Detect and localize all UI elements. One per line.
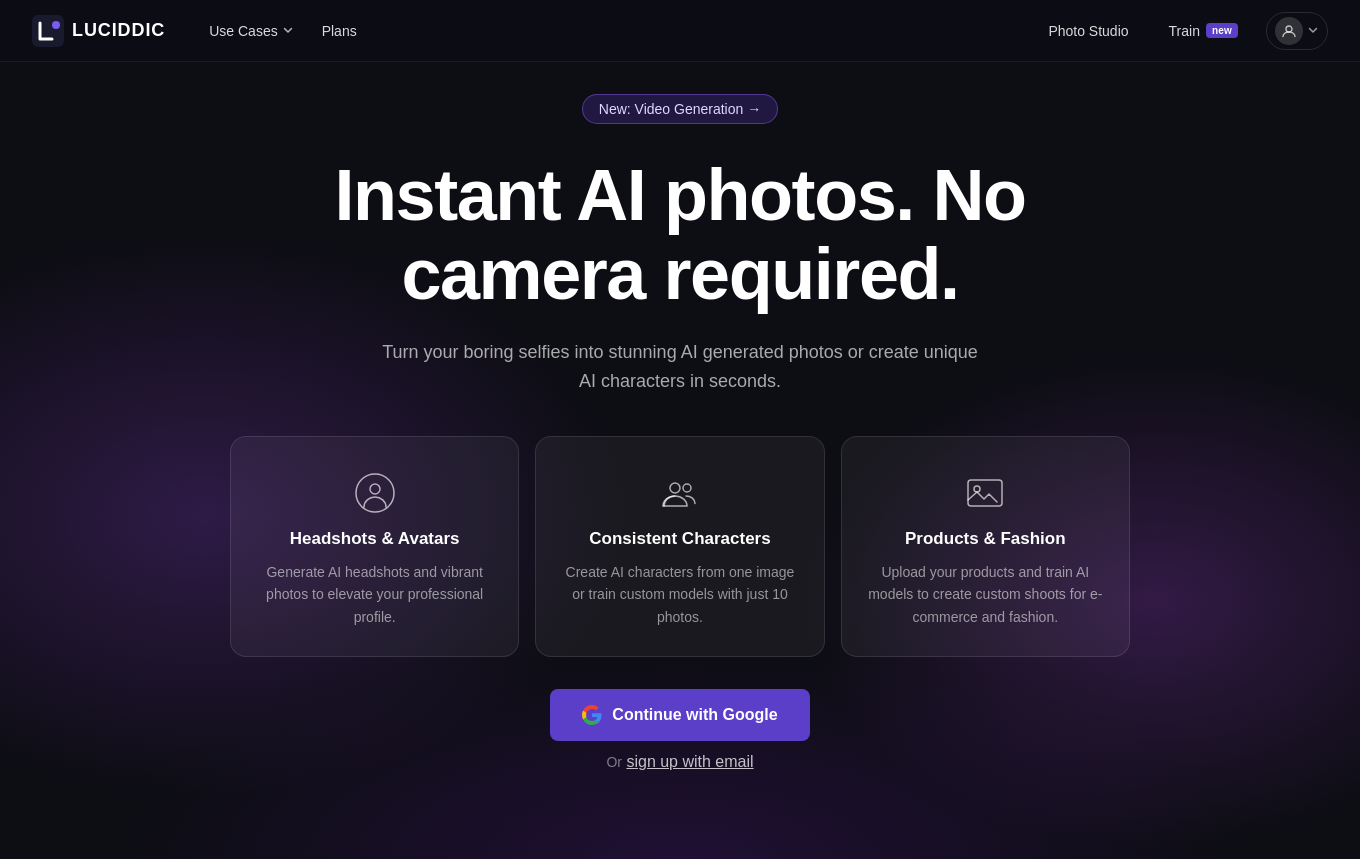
- nav-links: Use Cases Plans: [197, 17, 369, 45]
- svg-point-3: [356, 474, 394, 512]
- svg-point-2: [1286, 26, 1292, 32]
- cta-section: Continue with Google Or sign up with ema…: [550, 689, 809, 771]
- headshots-desc: Generate AI headshots and vibrant photos…: [255, 561, 494, 628]
- nav-train[interactable]: Train new: [1157, 17, 1250, 45]
- products-title: Products & Fashion: [905, 529, 1066, 549]
- nav-use-cases-label: Use Cases: [209, 23, 277, 39]
- logo-text: LUCIDDIC: [72, 20, 165, 41]
- nav-photo-studio-label: Photo Studio: [1048, 23, 1128, 39]
- svg-point-1: [52, 21, 60, 29]
- card-headshots: Headshots & Avatars Generate AI headshot…: [230, 436, 519, 657]
- characters-desc: Create AI characters from one image or t…: [560, 561, 799, 628]
- announcement-text: New: Video Generation →: [599, 101, 761, 117]
- nav-avatar-button[interactable]: [1266, 12, 1328, 50]
- or-text: Or: [606, 754, 622, 770]
- card-characters: Consistent Characters Create AI characte…: [535, 436, 824, 657]
- image-icon: [963, 471, 1007, 515]
- logo[interactable]: LUCIDDIC: [32, 15, 165, 47]
- logo-icon: [32, 15, 64, 47]
- or-section: Or sign up with email: [606, 753, 753, 771]
- navbar: LUCIDDIC Use Cases Plans Photo Studio Tr…: [0, 0, 1360, 62]
- svg-point-8: [974, 486, 980, 492]
- products-desc: Upload your products and train AI models…: [866, 561, 1105, 628]
- hero-subtitle: Turn your boring selfies into stunning A…: [380, 338, 980, 396]
- card-products: Products & Fashion Upload your products …: [841, 436, 1130, 657]
- person-circle-icon: [353, 471, 397, 515]
- train-new-badge: new: [1206, 23, 1238, 38]
- nav-right: Photo Studio Train new: [1036, 12, 1328, 50]
- characters-icon-container: [656, 469, 704, 517]
- headshots-title: Headshots & Avatars: [290, 529, 460, 549]
- svg-point-6: [683, 484, 691, 492]
- feature-cards: Headshots & Avatars Generate AI headshot…: [230, 436, 1130, 657]
- hero-title: Instant AI photos. No camera required.: [230, 156, 1130, 314]
- continue-with-google-button[interactable]: Continue with Google: [550, 689, 809, 741]
- characters-title: Consistent Characters: [589, 529, 770, 549]
- nav-left: LUCIDDIC Use Cases Plans: [32, 15, 369, 47]
- user-icon: [1281, 23, 1297, 39]
- nav-photo-studio[interactable]: Photo Studio: [1036, 17, 1140, 45]
- svg-point-5: [670, 483, 680, 493]
- google-icon: [582, 705, 602, 725]
- svg-rect-0: [32, 15, 64, 47]
- nav-train-label: Train: [1169, 23, 1200, 39]
- google-button-label: Continue with Google: [612, 706, 777, 724]
- nav-plans[interactable]: Plans: [310, 17, 369, 45]
- main-content: New: Video Generation → Instant AI photo…: [0, 62, 1360, 771]
- avatar-chevron-icon: [1307, 22, 1319, 40]
- nav-use-cases[interactable]: Use Cases: [197, 17, 305, 45]
- products-icon-container: [961, 469, 1009, 517]
- nav-plans-label: Plans: [322, 23, 357, 39]
- sign-up-with-email-link[interactable]: sign up with email: [626, 753, 753, 770]
- avatar: [1275, 17, 1303, 45]
- svg-point-4: [370, 484, 380, 494]
- headshots-icon-container: [351, 469, 399, 517]
- chevron-down-icon: [282, 23, 294, 39]
- people-icon: [658, 471, 702, 515]
- announcement-pill[interactable]: New: Video Generation →: [582, 94, 778, 124]
